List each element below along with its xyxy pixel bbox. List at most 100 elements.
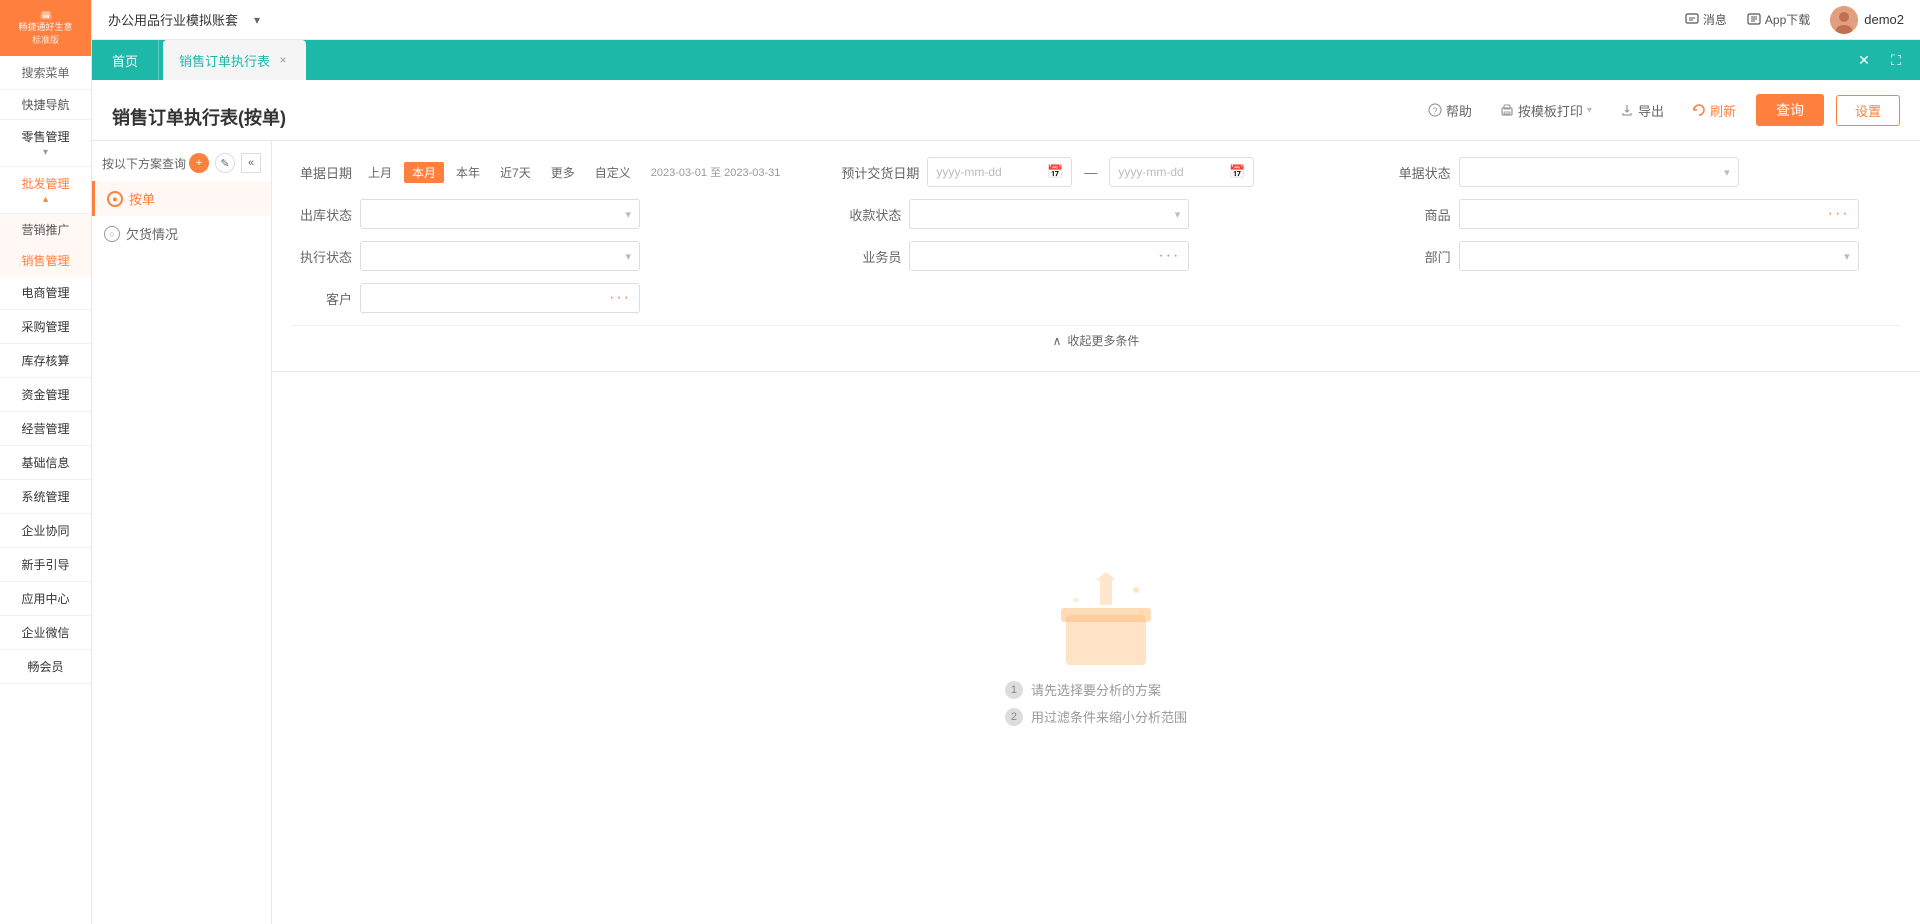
sidebar-sales-mgmt[interactable]: 销售管理 [0, 245, 91, 276]
filter-collection: 收款状态 ▾ [841, 199, 1350, 229]
sidebar-search[interactable]: 搜索菜单 [0, 56, 91, 90]
chevron-down-icon: ▾ [43, 147, 48, 158]
dept-dropdown-icon: ▾ [1844, 250, 1850, 263]
fullscreen-btn[interactable]: ⛶ [1884, 48, 1908, 72]
date-separator: — [1084, 165, 1097, 180]
svg-text:?: ? [1432, 106, 1437, 116]
sales-select[interactable]: ··· [909, 241, 1189, 271]
sidebar-member[interactable]: 畅会员 [0, 650, 91, 684]
doc-status-select[interactable]: ▾ [1459, 157, 1739, 187]
main-area: 办公用品行业模拟账套 ▾ 消息 App下载 [92, 0, 1920, 924]
tabbar-right: ✕ ⛶ [1852, 48, 1920, 72]
print-icon [1500, 103, 1514, 117]
sidebar-marketing[interactable]: 营销推广 [0, 214, 91, 245]
filter-sales: 业务员 ··· [841, 241, 1350, 271]
filter-row-1: 单据日期 上月 本月 本年 近7天 更多 自定义 2023-03-01 至 20… [292, 157, 1900, 187]
settings-button[interactable]: 设置 [1836, 95, 1900, 126]
sales-more-icon[interactable]: ··· [1158, 247, 1180, 265]
sidebar-retail-mgmt[interactable]: 零售管理 ▾ [0, 120, 91, 167]
scheme-item-order[interactable]: ● 按单 [92, 181, 271, 216]
topbar-dropdown-icon[interactable]: ▾ [254, 13, 260, 27]
print-dropdown-icon[interactable]: ▾ [1587, 105, 1592, 116]
filter-goods: 商品 ··· [1391, 199, 1900, 229]
filter-expected-date: 预计交货日期 yyyy-mm-dd 📅 — yyyy-mm-dd 📅 [841, 157, 1350, 187]
print-btn[interactable]: 按模板打印 ▾ [1492, 97, 1600, 124]
sidebar-new-user[interactable]: 新手引导 [0, 548, 91, 582]
calendar-to-icon[interactable]: 📅 [1229, 164, 1245, 180]
last-month-tab[interactable]: 上月 [360, 162, 400, 183]
exec-status-select[interactable]: ▾ [360, 241, 640, 271]
sidebar-quick-nav[interactable]: 快捷导航 [0, 90, 91, 120]
sales-order-tab[interactable]: 销售订单执行表 × [163, 40, 306, 80]
scheme-item-backorder[interactable]: ○ 欠货情况 [92, 216, 271, 251]
logo-subtitle: 畅捷通好生意 [18, 20, 72, 33]
filter-row-4: 客户 ··· [292, 283, 1900, 313]
customer-select[interactable]: ··· [360, 283, 640, 313]
empty-steps: 1 请先选择要分析的方案 2 用过滤条件来缩小分析范围 [1005, 680, 1187, 726]
logo-edition: 标准版 [32, 33, 59, 46]
empty-state: 1 请先选择要分析的方案 2 用过滤条件来缩小分析范围 [272, 372, 1920, 924]
filter-doc-status: 单据状态 ▾ [1391, 157, 1900, 187]
filter-dept: 部门 ▾ [1391, 241, 1900, 271]
sidebar-app-center[interactable]: 应用中心 [0, 582, 91, 616]
goods-select[interactable]: ··· [1459, 199, 1859, 229]
custom-tab[interactable]: 自定义 [587, 162, 639, 183]
filter-customer: 客户 ··· [292, 283, 1900, 313]
home-tab[interactable]: 首页 [92, 40, 159, 80]
close-tab-icon[interactable]: × [276, 53, 290, 67]
goods-label: 商品 [1391, 205, 1451, 224]
sidebar-operations[interactable]: 经营管理 [0, 412, 91, 446]
page-actions: ? 帮助 按模板打印 ▾ [1420, 94, 1900, 140]
query-button[interactable]: 查询 [1756, 94, 1824, 126]
sidebar-wechat[interactable]: 企业微信 [0, 616, 91, 650]
current-month-tab[interactable]: 本月 [404, 162, 444, 183]
add-scheme-btn[interactable]: + [189, 153, 209, 173]
left-panel-header: 按以下方案查询 + ✎ « [92, 153, 271, 181]
empty-step-1: 1 请先选择要分析的方案 [1005, 680, 1161, 699]
close-window-btn[interactable]: ✕ [1852, 48, 1876, 72]
goods-more-icon[interactable]: ··· [1828, 205, 1850, 223]
collapse-more-btn[interactable]: ∧ 收起更多条件 [292, 325, 1900, 355]
sidebar-inventory[interactable]: 库存核算 [0, 344, 91, 378]
sidebar-wholesale-mgmt[interactable]: 批发管理 ▴ [0, 167, 91, 214]
expected-date-from[interactable]: yyyy-mm-dd 📅 [927, 157, 1072, 187]
date-tabs: 上月 本月 本年 近7天 更多 自定义 [360, 162, 639, 183]
refresh-btn[interactable]: 刷新 [1684, 97, 1744, 124]
sidebar-ecommerce[interactable]: 电商管理 [0, 276, 91, 310]
topbar: 办公用品行业模拟账套 ▾ 消息 App下载 [92, 0, 1920, 40]
export-icon [1620, 103, 1634, 117]
expected-date-label: 预计交货日期 [841, 163, 919, 182]
sidebar-enterprise[interactable]: 企业协同 [0, 514, 91, 548]
export-btn[interactable]: 导出 [1612, 97, 1672, 124]
messages-btn[interactable]: 消息 [1685, 11, 1727, 28]
sidebar-basic-info[interactable]: 基础信息 [0, 446, 91, 480]
edit-scheme-btn[interactable]: ✎ [215, 153, 235, 173]
calendar-from-icon[interactable]: 📅 [1047, 164, 1063, 180]
more-tab[interactable]: 更多 [543, 162, 583, 183]
current-year-tab[interactable]: 本年 [448, 162, 488, 183]
date-label: 单据日期 [292, 163, 352, 182]
collection-dropdown-icon: ▾ [1175, 208, 1181, 221]
status-dropdown-icon: ▾ [1724, 166, 1730, 179]
collection-select[interactable]: ▾ [909, 199, 1189, 229]
app-download-btn[interactable]: App下载 [1747, 11, 1810, 28]
filter-exec-status: 执行状态 ▾ [292, 241, 801, 271]
refresh-icon [1692, 103, 1706, 117]
sidebar-purchase[interactable]: 采购管理 [0, 310, 91, 344]
last-7-days-tab[interactable]: 近7天 [492, 162, 539, 183]
user-menu[interactable]: demo2 [1830, 6, 1904, 34]
filter-outbound: 出库状态 ▾ [292, 199, 801, 229]
customer-label: 客户 [292, 289, 352, 308]
expected-date-to[interactable]: yyyy-mm-dd 📅 [1109, 157, 1254, 187]
sales-label: 业务员 [841, 247, 901, 266]
outbound-select[interactable]: ▾ [360, 199, 640, 229]
dept-select[interactable]: ▾ [1459, 241, 1859, 271]
sidebar-finance[interactable]: 资金管理 [0, 378, 91, 412]
message-icon [1685, 13, 1699, 27]
help-btn[interactable]: ? 帮助 [1420, 97, 1480, 124]
sidebar-system[interactable]: 系统管理 [0, 480, 91, 514]
collapse-panel-btn[interactable]: « [241, 153, 261, 173]
filter-area: 单据日期 上月 本月 本年 近7天 更多 自定义 2023-03-01 至 20… [272, 141, 1920, 372]
customer-more-icon[interactable]: ··· [609, 289, 631, 307]
sidebar: 畅捷 畅捷通好生意 标准版 搜索菜单 快捷导航 零售管理 ▾ 批发管理 ▴ 营销… [0, 0, 92, 924]
